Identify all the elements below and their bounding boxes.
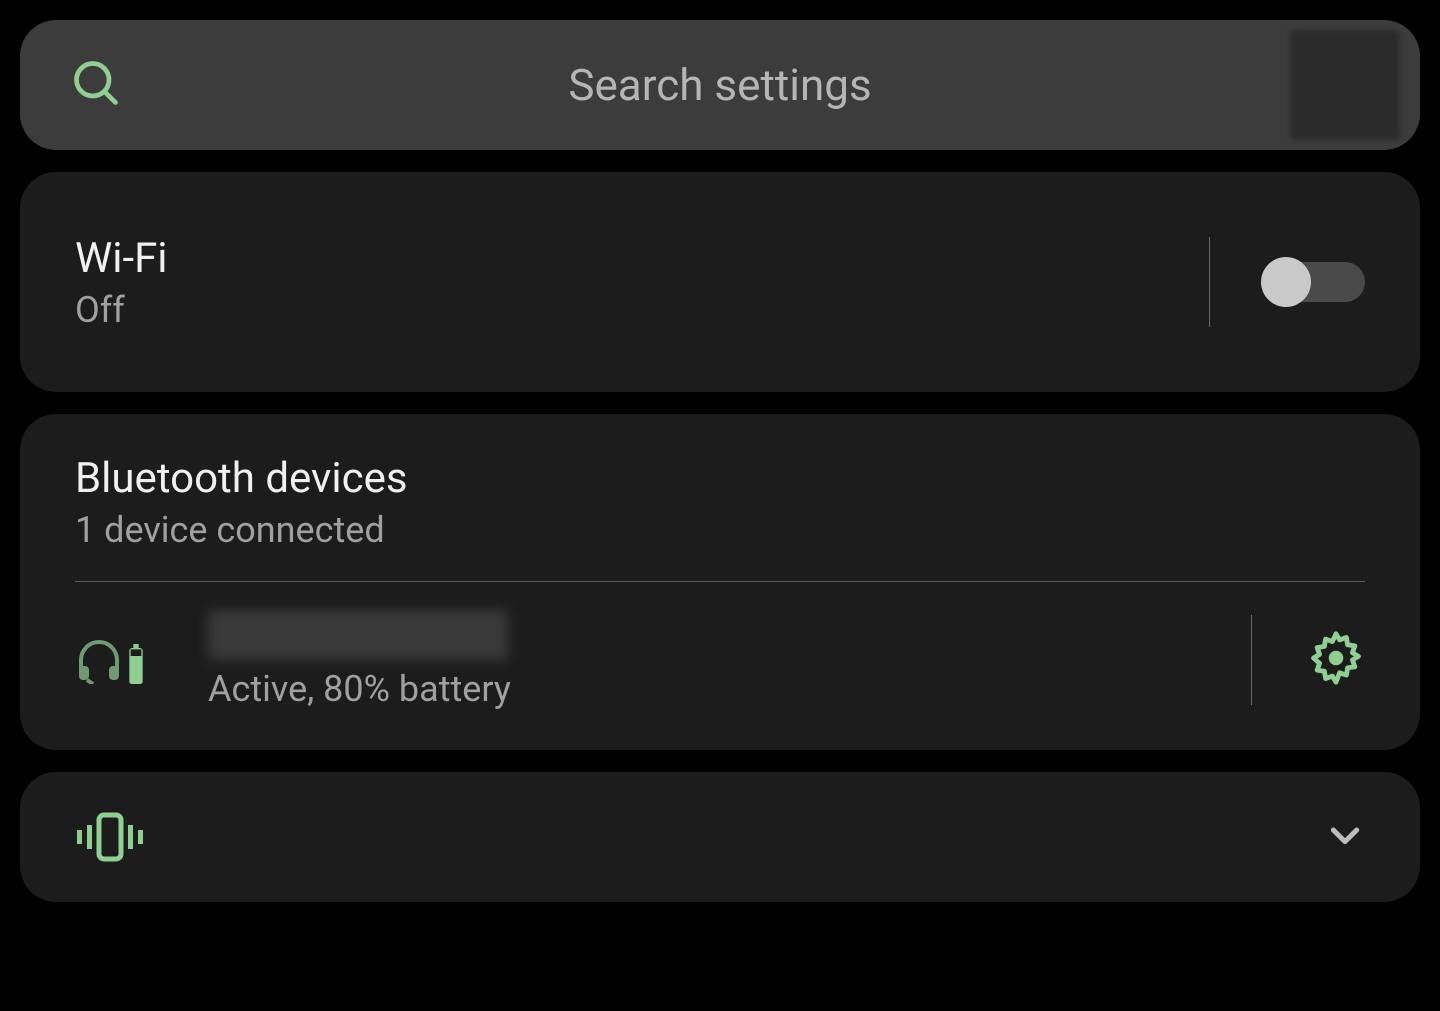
bluetooth-title: Bluetooth devices (75, 454, 1365, 503)
headphones-icon (75, 636, 143, 684)
divider (75, 581, 1365, 582)
wifi-title: Wi-Fi (75, 234, 168, 283)
search-bar[interactable]: Search settings (20, 20, 1420, 150)
battery-icon (129, 644, 143, 684)
wifi-toggle[interactable] (1265, 262, 1365, 302)
bluetooth-header: Bluetooth devices 1 device connected (75, 454, 1365, 581)
wifi-status: Off (75, 289, 168, 331)
profile-avatar[interactable] (1290, 30, 1400, 140)
search-placeholder: Search settings (568, 59, 871, 111)
wifi-row[interactable]: Wi-Fi Off (20, 172, 1420, 392)
divider (1209, 237, 1210, 327)
bluetooth-device-row[interactable]: Active, 80% battery (75, 610, 1365, 710)
wifi-text: Wi-Fi Off (75, 234, 168, 331)
gear-icon[interactable] (1307, 629, 1365, 691)
bluetooth-device-name (208, 610, 508, 660)
bluetooth-subtitle: 1 device connected (75, 509, 1365, 551)
bluetooth-section[interactable]: Bluetooth devices 1 device connected (20, 414, 1420, 750)
sound-row[interactable] (20, 772, 1420, 902)
chevron-down-icon[interactable] (1325, 815, 1365, 859)
bluetooth-device-status: Active, 80% battery (208, 668, 1211, 710)
search-icon (70, 57, 122, 113)
divider (1251, 615, 1252, 705)
toggle-thumb (1261, 257, 1311, 307)
vibrate-icon (75, 811, 145, 863)
